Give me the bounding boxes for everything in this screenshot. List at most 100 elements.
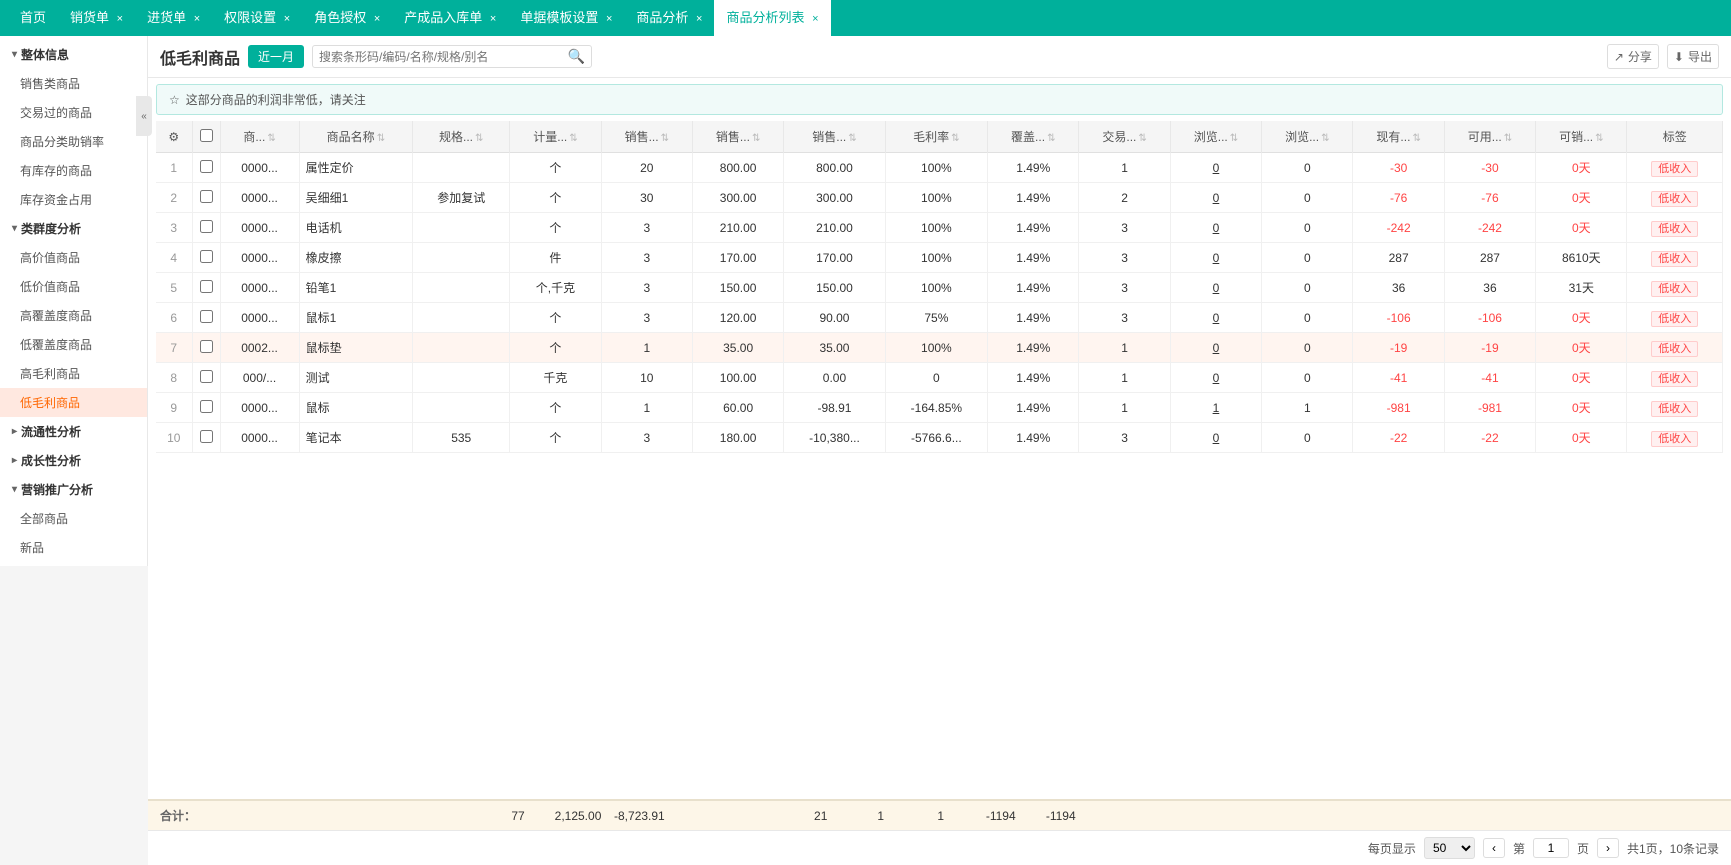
col-current-stock[interactable]: 现有...⇅: [1353, 121, 1444, 153]
col-transaction[interactable]: 交易...⇅: [1079, 121, 1170, 153]
nav-template-settings[interactable]: 单据模板设置 ×: [508, 0, 624, 36]
row-checkbox-cell[interactable]: [192, 333, 220, 363]
sidebar-item-sales-products[interactable]: 销售类商品: [0, 69, 147, 98]
row-checkbox[interactable]: [200, 310, 213, 323]
row-views1[interactable]: 0: [1170, 153, 1261, 183]
row-checkbox-cell[interactable]: [192, 393, 220, 423]
col-views2[interactable]: 浏览...⇅: [1262, 121, 1353, 153]
search-icon[interactable]: 🔍: [568, 48, 585, 65]
col-settings[interactable]: ⚙: [156, 121, 192, 153]
nav-close-inbound[interactable]: ×: [490, 13, 496, 25]
sidebar-group-overview[interactable]: ▾ 整体信息: [0, 40, 147, 69]
sidebar-item-category-rate[interactable]: 商品分类助销率: [0, 127, 147, 156]
sidebar-group-marketing[interactable]: ▾ 营销推广分析: [0, 475, 147, 504]
col-saleable[interactable]: 可销...⇅: [1536, 121, 1627, 153]
col-tag[interactable]: 标签: [1627, 121, 1723, 153]
row-checkbox[interactable]: [200, 190, 213, 203]
row-views1[interactable]: 0: [1170, 213, 1261, 243]
row-checkbox-cell[interactable]: [192, 363, 220, 393]
col-checkbox[interactable]: [192, 121, 220, 153]
views1-link[interactable]: 0: [1213, 431, 1220, 445]
nav-close-role[interactable]: ×: [374, 13, 380, 25]
col-code[interactable]: 商...⇅: [220, 121, 299, 153]
nav-product-analysis[interactable]: 商品分析 ×: [624, 0, 714, 36]
row-checkbox-cell[interactable]: [192, 243, 220, 273]
row-views1[interactable]: 0: [1170, 183, 1261, 213]
views1-link[interactable]: 0: [1213, 371, 1220, 385]
page-input[interactable]: [1533, 838, 1569, 858]
sidebar-item-low-value[interactable]: 低价值商品: [0, 272, 147, 301]
col-unit[interactable]: 计量...⇅: [510, 121, 601, 153]
views1-link[interactable]: 0: [1213, 311, 1220, 325]
col-views1[interactable]: 浏览...⇅: [1170, 121, 1261, 153]
sidebar-item-traded-products[interactable]: 交易过的商品: [0, 98, 147, 127]
row-views1[interactable]: 0: [1170, 363, 1261, 393]
search-input[interactable]: [319, 50, 568, 64]
row-checkbox[interactable]: [200, 430, 213, 443]
views1-link[interactable]: 0: [1213, 281, 1220, 295]
nav-close-sales[interactable]: ×: [117, 13, 123, 25]
sidebar-item-all-products[interactable]: 全部商品: [0, 504, 147, 533]
col-spec[interactable]: 规格...⇅: [413, 121, 510, 153]
row-checkbox[interactable]: [200, 340, 213, 353]
sidebar-group-growth[interactable]: ▸ 成长性分析: [0, 446, 147, 475]
row-checkbox[interactable]: [200, 220, 213, 233]
col-available[interactable]: 可用...⇅: [1444, 121, 1535, 153]
sidebar-item-high-margin[interactable]: 高毛利商品: [0, 359, 147, 388]
nav-purchase-order[interactable]: 进货单 ×: [135, 0, 212, 36]
row-checkbox[interactable]: [200, 370, 213, 383]
col-sales-amount[interactable]: 销售...⇅: [784, 121, 885, 153]
sidebar-item-new-products[interactable]: 新品: [0, 533, 147, 562]
sidebar-item-high-value[interactable]: 高价值商品: [0, 243, 147, 272]
row-checkbox[interactable]: [200, 160, 213, 173]
col-sales-price[interactable]: 销售...⇅: [692, 121, 783, 153]
col-gross-margin[interactable]: 毛利率⇅: [885, 121, 987, 153]
page-size-select[interactable]: 50 100 200: [1424, 837, 1475, 859]
sidebar-group-circulation[interactable]: ▸ 流通性分析: [0, 417, 147, 446]
select-all-checkbox[interactable]: [200, 129, 213, 142]
row-checkbox[interactable]: [200, 250, 213, 263]
row-views1[interactable]: 0: [1170, 273, 1261, 303]
prev-page-button[interactable]: ‹: [1483, 838, 1505, 858]
row-checkbox-cell[interactable]: [192, 153, 220, 183]
row-checkbox[interactable]: [200, 280, 213, 293]
sidebar-item-inventory-capital[interactable]: 库存资金占用: [0, 185, 147, 214]
nav-product-inbound[interactable]: 产成品入库单 ×: [392, 0, 508, 36]
row-checkbox-cell[interactable]: [192, 213, 220, 243]
nav-product-analysis-list[interactable]: 商品分析列表 ×: [714, 0, 830, 36]
nav-sales-order[interactable]: 销货单 ×: [58, 0, 135, 36]
filter-recent-month-button[interactable]: 近一月: [248, 45, 304, 68]
nav-close-analysis[interactable]: ×: [696, 13, 702, 25]
sidebar-item-low-margin[interactable]: 低毛利商品: [0, 388, 147, 417]
nav-close-purchase[interactable]: ×: [194, 13, 200, 25]
col-coverage[interactable]: 覆盖...⇅: [988, 121, 1079, 153]
sidebar-group-cluster[interactable]: ▾ 类群度分析: [0, 214, 147, 243]
next-page-button[interactable]: ›: [1597, 838, 1619, 858]
row-views1[interactable]: 1: [1170, 393, 1261, 423]
views1-link[interactable]: 0: [1213, 251, 1220, 265]
views1-link[interactable]: 1: [1213, 401, 1220, 415]
row-views1[interactable]: 0: [1170, 243, 1261, 273]
row-checkbox-cell[interactable]: [192, 423, 220, 453]
row-views1[interactable]: 0: [1170, 333, 1261, 363]
row-views1[interactable]: 0: [1170, 303, 1261, 333]
share-button[interactable]: ↗ 分享: [1607, 44, 1659, 69]
col-sales-qty[interactable]: 销售...⇅: [601, 121, 692, 153]
row-checkbox-cell[interactable]: [192, 183, 220, 213]
sidebar-item-low-coverage[interactable]: 低覆盖度商品: [0, 330, 147, 359]
sidebar-item-high-coverage[interactable]: 高覆盖度商品: [0, 301, 147, 330]
views1-link[interactable]: 0: [1213, 191, 1220, 205]
views1-link[interactable]: 0: [1213, 161, 1220, 175]
nav-home[interactable]: 首页: [8, 0, 58, 36]
row-checkbox-cell[interactable]: [192, 303, 220, 333]
row-checkbox[interactable]: [200, 400, 213, 413]
export-button[interactable]: ⬇ 导出: [1667, 44, 1719, 69]
nav-permissions[interactable]: 权限设置 ×: [212, 0, 302, 36]
col-name[interactable]: 商品名称⇅: [299, 121, 413, 153]
sidebar-item-in-stock[interactable]: 有库存的商品: [0, 156, 147, 185]
views1-link[interactable]: 0: [1213, 221, 1220, 235]
sidebar-collapse-button[interactable]: «: [136, 96, 152, 136]
nav-close-permissions[interactable]: ×: [284, 13, 290, 25]
nav-close-template[interactable]: ×: [606, 13, 612, 25]
row-checkbox-cell[interactable]: [192, 273, 220, 303]
